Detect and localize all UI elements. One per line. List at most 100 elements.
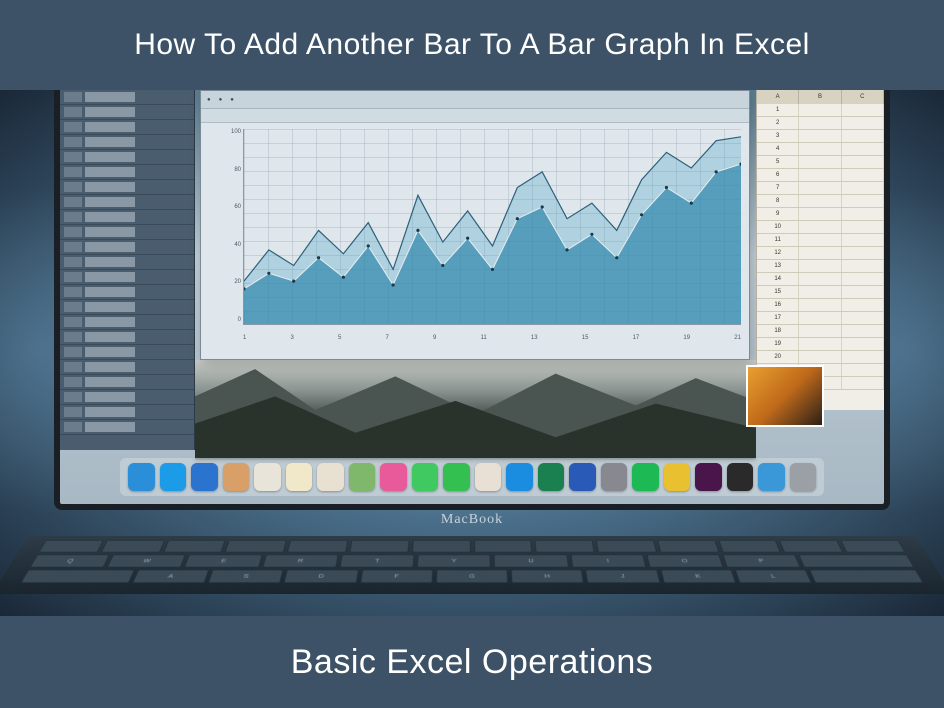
sidebar-row (60, 105, 194, 120)
keyboard-key: Q (30, 555, 111, 568)
dock-spotify-icon[interactable] (632, 463, 659, 491)
dock-excel-icon[interactable] (538, 463, 565, 491)
sidebar-row (60, 285, 194, 300)
chart-y-axis: 100806040200 (205, 129, 241, 323)
keyboard-key (225, 540, 287, 552)
spreadsheet-sidebar: document.write(Array.from({length:23},()… (60, 90, 195, 450)
chart-plot-area: 100806040200 13579111315171921 (201, 123, 749, 343)
dock-word-icon[interactable] (569, 463, 596, 491)
sheet-row: 11 (757, 234, 884, 247)
keyboard-key (349, 540, 409, 552)
keyboard-key (657, 540, 719, 552)
dock-slack-icon[interactable] (695, 463, 722, 491)
sheet-row: 8 (757, 195, 884, 208)
dock-finder-icon[interactable] (128, 463, 155, 491)
sheet-row: 15 (757, 286, 884, 299)
keyboard-key (535, 540, 595, 552)
keyboard-key: P (722, 555, 801, 568)
sidebar-row (60, 180, 194, 195)
footer-banner: Basic Excel Operations (0, 616, 944, 708)
sidebar-row (60, 405, 194, 420)
keyboard-key (840, 540, 905, 552)
desktop-wallpaper (195, 360, 756, 460)
sidebar-row (60, 360, 194, 375)
dock-music-icon[interactable] (475, 463, 502, 491)
dock-safari-icon[interactable] (160, 463, 187, 491)
sidebar-row (60, 165, 194, 180)
keyboard-key: L (735, 570, 812, 583)
sidebar-row (60, 315, 194, 330)
sheet-row: 5 (757, 156, 884, 169)
sheet-row: 6 (757, 169, 884, 182)
footer-title: Basic Excel Operations (291, 643, 654, 682)
dock-maps-icon[interactable] (349, 463, 376, 491)
sidebar-row (60, 345, 194, 360)
sidebar-row (60, 195, 194, 210)
laptop-screen: document.write(Array.from({length:23},()… (54, 90, 890, 510)
dock-trash-icon[interactable] (790, 463, 817, 491)
chart-x-axis: 13579111315171921 (243, 335, 741, 341)
dock-appstore-icon[interactable] (506, 463, 533, 491)
laptop-keyboard: document.write(Array.from({length:14},()… (0, 536, 944, 594)
sheet-row: 3 (757, 130, 884, 143)
dock-preview-icon[interactable] (758, 463, 785, 491)
keyboard-key (596, 540, 657, 552)
keyboard-key (163, 540, 226, 552)
dock-photos-icon[interactable] (380, 463, 407, 491)
keyboard-key: K (660, 570, 736, 583)
sheet-row: 12 (757, 247, 884, 260)
dock-settings-icon[interactable] (601, 463, 628, 491)
keyboard-key: D (284, 570, 359, 583)
keyboard-key: E (184, 555, 262, 568)
keyboard-key: A (132, 570, 209, 583)
header-banner: How To Add Another Bar To A Bar Graph In… (0, 0, 944, 90)
keyboard-key: J (586, 570, 661, 583)
dock-messages-icon[interactable] (412, 463, 439, 491)
spreadsheet-right: ABC document.write(Array.from({length:22… (756, 90, 884, 410)
dock-facetime-icon[interactable] (443, 463, 470, 491)
sidebar-row (60, 240, 194, 255)
sidebar-row (60, 420, 194, 435)
keyboard-key (779, 540, 843, 552)
sidebar-row (60, 270, 194, 285)
dock-reminders-icon[interactable] (317, 463, 344, 491)
sheet-row: 16 (757, 299, 884, 312)
keyboard-key (718, 540, 781, 552)
dock-mail-icon[interactable] (191, 463, 218, 491)
laptop-brand-label: MacBook (0, 512, 944, 528)
sheet-row: 4 (757, 143, 884, 156)
sidebar-row (60, 135, 194, 150)
keyboard-key: S (208, 570, 284, 583)
sidebar-row (60, 330, 194, 345)
dock-contacts-icon[interactable] (223, 463, 250, 491)
sidebar-row (60, 255, 194, 270)
hero-illustration: document.write(Array.from({length:23},()… (0, 90, 944, 616)
sheet-row: 17 (757, 312, 884, 325)
chart-header-row (201, 109, 749, 123)
sheet-row: 1 (757, 104, 884, 117)
keyboard-key (411, 540, 470, 552)
keyboard-key: G (436, 570, 509, 583)
dock-notes-icon[interactable] (286, 463, 313, 491)
keyboard-key: W (107, 555, 186, 568)
chart-window: ●●● 100806040200 13579111315171921 (200, 90, 750, 360)
keyboard-key (798, 555, 914, 568)
keyboard-key: F (360, 570, 433, 583)
keyboard-key: T (339, 555, 414, 568)
page-title: How To Add Another Bar To A Bar Graph In… (134, 28, 810, 62)
sheet-row: 14 (757, 273, 884, 286)
sheet-row: 9 (757, 208, 884, 221)
sheet-row: 2 (757, 117, 884, 130)
chart-canvas (243, 129, 741, 325)
keyboard-key: O (646, 555, 723, 568)
dock-terminal-icon[interactable] (727, 463, 754, 491)
sidebar-row (60, 210, 194, 225)
sidebar-row (60, 120, 194, 135)
dock-chrome-icon[interactable] (664, 463, 691, 491)
sheet-row: 7 (757, 182, 884, 195)
macos-dock (120, 458, 824, 496)
dock-calendar-icon[interactable] (254, 463, 281, 491)
keyboard-key: H (511, 570, 584, 583)
keyboard-key (810, 570, 924, 583)
sheet-row: 20 (757, 351, 884, 364)
